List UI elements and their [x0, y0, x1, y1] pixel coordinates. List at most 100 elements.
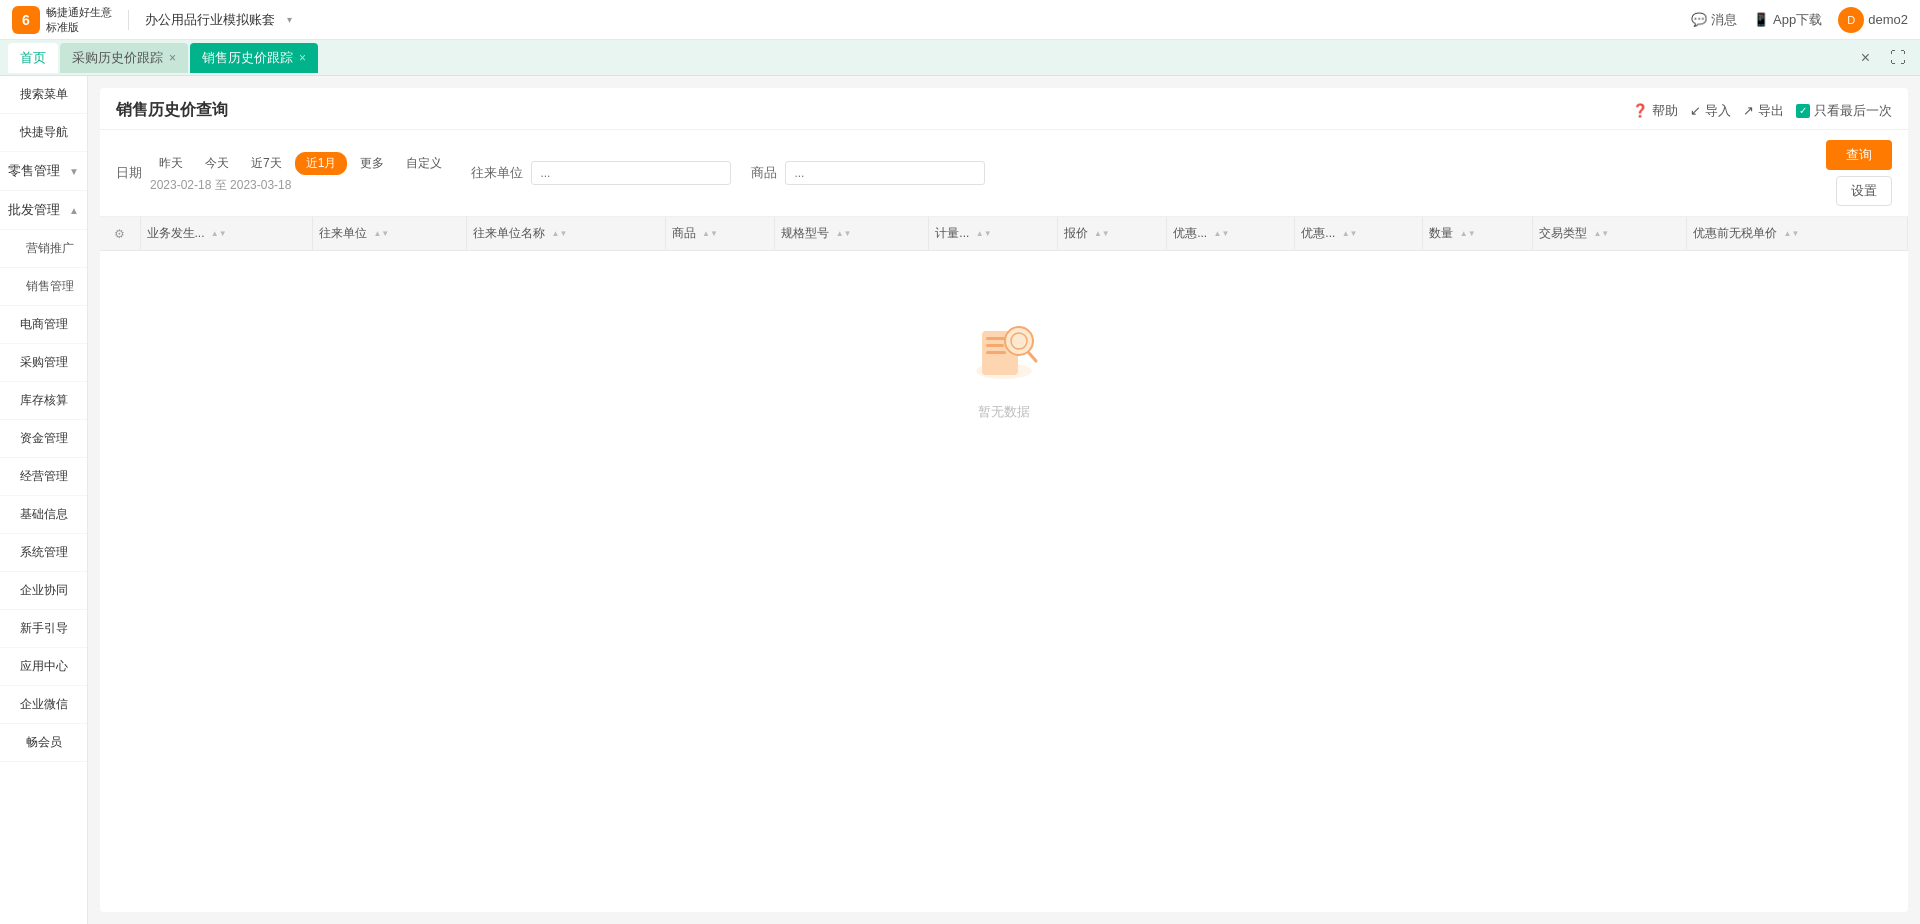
partner-filter-group: 往来单位 — [471, 161, 731, 185]
th-pre-tax-price[interactable]: 优惠前无税单价 ▲▼ — [1687, 217, 1908, 251]
sort-icon-discount2: ▲▼ — [1342, 229, 1358, 238]
sidebar-item-retail-mgmt[interactable]: 零售管理 ▼ — [0, 152, 87, 191]
top-title-dropdown-icon[interactable]: ▾ — [287, 14, 292, 25]
date-filter-group: 日期 昨天 今天 近7天 近1月 更多 自定义 2023-02-18 至 202… — [116, 152, 451, 194]
purchase-mgmt-label: 采购管理 — [20, 354, 68, 371]
sidebar-item-purchase-mgmt[interactable]: 采购管理 — [0, 344, 87, 382]
sort-icon-partner-name: ▲▼ — [552, 229, 568, 238]
th-unit[interactable]: 计量... ▲▼ — [929, 217, 1057, 251]
sidebar-item-finance-mgmt[interactable]: 资金管理 — [0, 420, 87, 458]
import-btn[interactable]: ↙ 导入 — [1690, 102, 1731, 120]
empty-icon — [964, 311, 1044, 391]
logo-icon: 6 — [12, 6, 40, 34]
top-bar-right: 💬 消息 📱 App下载 D demo2 — [1691, 7, 1908, 33]
sidebar-item-ecommerce-mgmt[interactable]: 电商管理 — [0, 306, 87, 344]
page-title: 销售历史价查询 — [116, 100, 228, 121]
sort-icon-partner-code: ▲▼ — [373, 229, 389, 238]
table-settings-icon[interactable]: ⚙ — [114, 227, 125, 241]
sidebar-item-enterprise-collab[interactable]: 企业协同 — [0, 572, 87, 610]
page-header: 销售历史价查询 ❓ 帮助 ↙ 导入 ↗ 导出 ✓ — [100, 88, 1908, 130]
data-table: ⚙ 业务发生... ▲▼ 往来单位 ▲▼ 往来单位名称 — [100, 217, 1908, 251]
window-maximize-btn[interactable]: ⛶ — [1884, 47, 1912, 69]
sort-icon-quantity: ▲▼ — [1460, 229, 1476, 238]
message-icon: 💬 — [1691, 12, 1707, 27]
tab-home[interactable]: 首页 — [8, 43, 58, 73]
table-header-row: ⚙ 业务发生... ▲▼ 往来单位 ▲▼ 往来单位名称 — [100, 217, 1908, 251]
svg-line-6 — [1029, 353, 1036, 361]
date-btn-more[interactable]: 更多 — [351, 152, 393, 175]
app-download-btn[interactable]: 📱 App下载 — [1753, 11, 1822, 29]
sidebar-item-ops-mgmt[interactable]: 经营管理 — [0, 458, 87, 496]
sales-mgmt-label: 销售管理 — [26, 278, 74, 295]
goods-filter-label: 商品 — [751, 164, 777, 182]
sidebar-item-wholesale-mgmt[interactable]: 批发管理 ▲ — [0, 191, 87, 230]
th-quantity[interactable]: 数量 ▲▼ — [1423, 217, 1533, 251]
tab-sales-history-close-icon[interactable]: × — [299, 51, 306, 65]
inventory-label: 库存核算 — [20, 392, 68, 409]
sidebar-item-basic-info[interactable]: 基础信息 — [0, 496, 87, 534]
date-range-display: 2023-02-18 至 2023-03-18 — [150, 177, 451, 194]
message-btn[interactable]: 💬 消息 — [1691, 11, 1737, 29]
wholesale-mgmt-label: 批发管理 — [8, 201, 60, 219]
date-btn-1month[interactable]: 近1月 — [295, 152, 348, 175]
tab-bar-right: × ⛶ — [1855, 47, 1912, 69]
export-btn[interactable]: ↗ 导出 — [1743, 102, 1784, 120]
empty-state: 暂无数据 — [100, 251, 1908, 481]
th-trade-type[interactable]: 交易类型 ▲▼ — [1533, 217, 1687, 251]
goods-filter-input[interactable] — [785, 161, 985, 185]
date-btn-yesterday[interactable]: 昨天 — [150, 152, 192, 175]
sidebar-item-member[interactable]: 畅会员 — [0, 724, 87, 762]
retail-mgmt-arrow-icon: ▼ — [69, 166, 79, 177]
sort-icon-unit: ▲▼ — [976, 229, 992, 238]
sidebar-item-search-menu[interactable]: 搜索菜单 — [0, 76, 87, 114]
th-biz-date[interactable]: 业务发生... ▲▼ — [140, 217, 313, 251]
partner-filter-label: 往来单位 — [471, 164, 523, 182]
sidebar-item-marketing[interactable]: 营销推广 — [0, 230, 87, 268]
sidebar-item-sys-settings[interactable]: 系统管理 — [0, 534, 87, 572]
th-discount1[interactable]: 优惠... ▲▼ — [1167, 217, 1295, 251]
window-close-btn[interactable]: × — [1855, 47, 1876, 69]
sidebar-item-sales-mgmt[interactable]: 销售管理 — [0, 268, 87, 306]
th-discount2[interactable]: 优惠... ▲▼ — [1295, 217, 1423, 251]
filter-right-btns: 查询 设置 — [1826, 140, 1892, 206]
date-filter-label: 日期 — [116, 164, 142, 182]
sort-icon-pre-tax-price: ▲▼ — [1784, 229, 1800, 238]
query-btn[interactable]: 查询 — [1826, 140, 1892, 170]
table-container: ⚙ 业务发生... ▲▼ 往来单位 ▲▼ 往来单位名称 — [100, 217, 1908, 912]
partner-filter-input[interactable] — [531, 161, 731, 185]
tab-sales-history[interactable]: 销售历史价跟踪 × — [190, 43, 318, 73]
settings-btn[interactable]: 设置 — [1836, 176, 1892, 206]
th-goods[interactable]: 商品 ▲▼ — [665, 217, 775, 251]
date-btn-today[interactable]: 今天 — [196, 152, 238, 175]
ecommerce-mgmt-label: 电商管理 — [20, 316, 68, 333]
sidebar-item-inventory[interactable]: 库存核算 — [0, 382, 87, 420]
sidebar-item-quick-nav[interactable]: 快捷导航 — [0, 114, 87, 152]
date-btn-custom[interactable]: 自定义 — [397, 152, 451, 175]
th-partner-name[interactable]: 往来单位名称 ▲▼ — [467, 217, 666, 251]
user-avatar[interactable]: D demo2 — [1838, 7, 1908, 33]
ops-mgmt-label: 经营管理 — [20, 468, 68, 485]
tab-purchase-history[interactable]: 采购历史价跟踪 × — [60, 43, 188, 73]
sidebar-item-app-center[interactable]: 应用中心 — [0, 648, 87, 686]
sidebar-item-new-guide[interactable]: 新手引导 — [0, 610, 87, 648]
app-center-label: 应用中心 — [20, 658, 68, 675]
retail-mgmt-label: 零售管理 — [8, 162, 60, 180]
marketing-label: 营销推广 — [26, 240, 74, 257]
help-btn[interactable]: ❓ 帮助 — [1632, 102, 1678, 120]
tab-purchase-history-close-icon[interactable]: × — [169, 51, 176, 65]
th-settings: ⚙ — [100, 217, 140, 251]
tab-sales-history-label: 销售历史价跟踪 — [202, 49, 293, 67]
th-partner-code[interactable]: 往来单位 ▲▼ — [313, 217, 467, 251]
logo-text: 畅捷通好生意 标准版 — [46, 5, 112, 34]
new-guide-label: 新手引导 — [20, 620, 68, 637]
sort-icon-quote-price: ▲▼ — [1094, 229, 1110, 238]
th-quote-price[interactable]: 报价 ▲▼ — [1057, 217, 1167, 251]
logo-area: 6 畅捷通好生意 标准版 — [12, 5, 112, 34]
page-container: 销售历史价查询 ❓ 帮助 ↙ 导入 ↗ 导出 ✓ — [100, 88, 1908, 912]
date-btn-7days[interactable]: 近7天 — [242, 152, 291, 175]
checkbox-checked-icon: ✓ — [1796, 104, 1810, 118]
only-last-checkbox[interactable]: ✓ 只看最后一次 — [1796, 102, 1892, 120]
th-spec[interactable]: 规格型号 ▲▼ — [775, 217, 929, 251]
sidebar-item-enterprise-wechat[interactable]: 企业微信 — [0, 686, 87, 724]
basic-info-label: 基础信息 — [20, 506, 68, 523]
